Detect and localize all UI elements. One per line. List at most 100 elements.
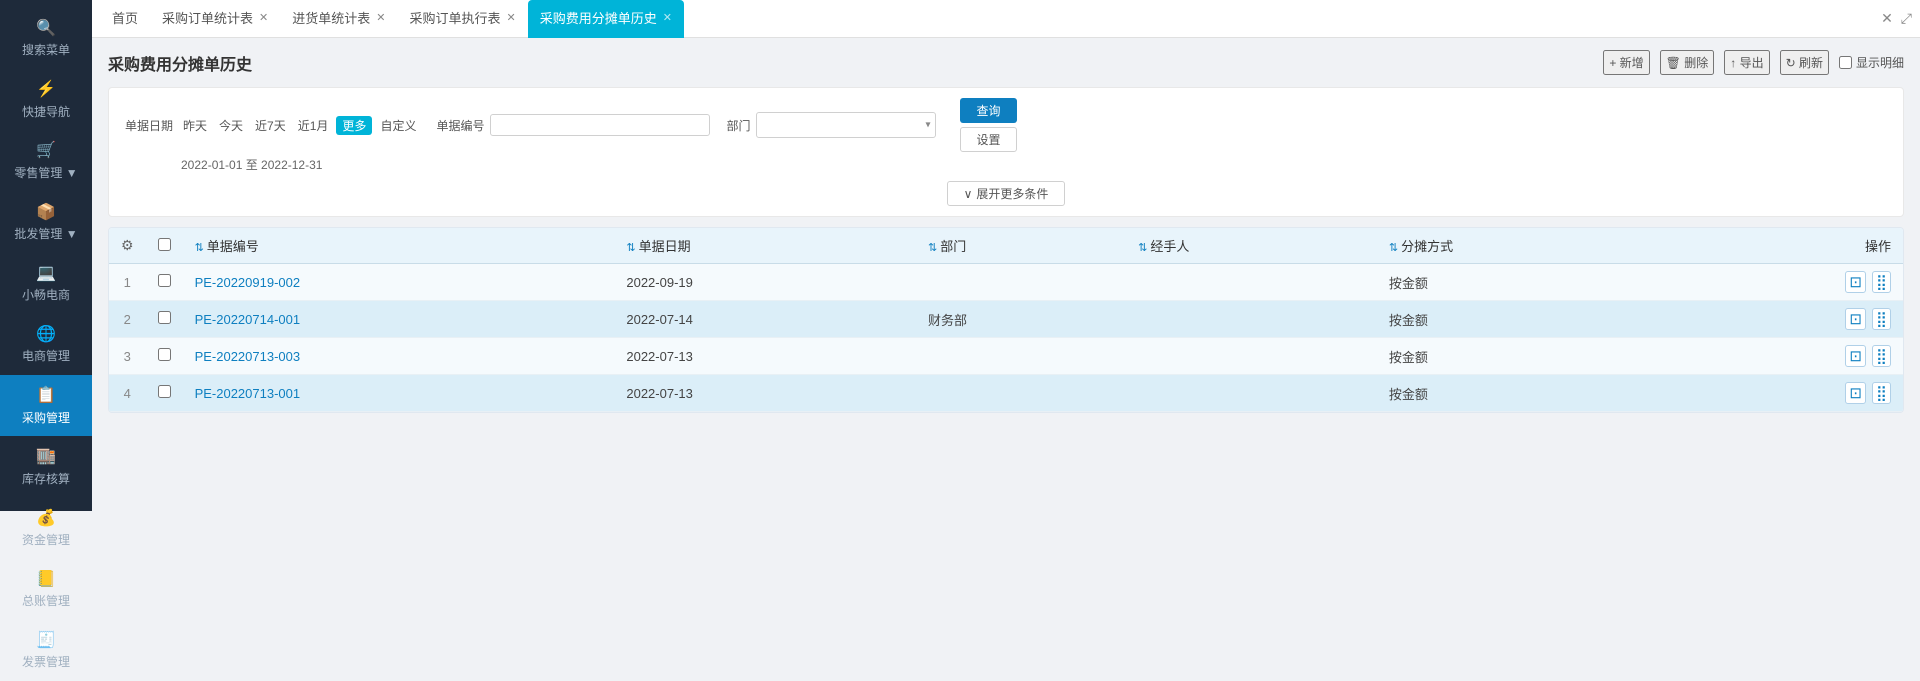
- action-col-header: 操作: [1671, 228, 1903, 264]
- tab-close-purchase-order-stats[interactable]: ✕: [259, 11, 268, 24]
- sidebar-item-mini-ecom[interactable]: 💻小畅电商: [0, 253, 92, 314]
- tab-purchase-cost-split[interactable]: 采购费用分摊单历史 ✕: [528, 0, 684, 38]
- table-gear-icon[interactable]: ⚙: [121, 237, 134, 253]
- row-doc-date: 2022-07-13: [614, 375, 916, 412]
- dept-col-header[interactable]: ⇅部门: [916, 228, 1126, 264]
- tab-home[interactable]: 首页: [100, 0, 150, 38]
- settings-button[interactable]: 设置: [960, 127, 1016, 152]
- row-actions: ⊡ ⣿: [1671, 375, 1903, 412]
- action-icons: ⊡ ⣿: [1683, 345, 1891, 367]
- date-opt-yesterday[interactable]: 昨天: [179, 116, 211, 135]
- doc-date-col-header[interactable]: ⇅单据日期: [614, 228, 916, 264]
- doc-no-link[interactable]: PE-20220919-002: [195, 275, 301, 290]
- page-title: 采购费用分摊单历史: [108, 51, 252, 75]
- expand-more-button[interactable]: ∨ 展开更多条件: [947, 181, 1066, 206]
- row-doc-no: PE-20220919-002: [183, 264, 615, 301]
- row-num: 2: [109, 301, 146, 338]
- row-checkbox[interactable]: [158, 348, 171, 361]
- tab-goods-in-stats[interactable]: 进货单统计表✕: [280, 0, 397, 38]
- sort-icon-doc-no: ⇅: [195, 242, 204, 254]
- doc-no-link[interactable]: PE-20220713-001: [195, 386, 301, 401]
- row-actions: ⊡ ⣿: [1671, 301, 1903, 338]
- sidebar-item-inventory[interactable]: 🏬库存核算: [0, 436, 92, 497]
- row-checkbox-cell[interactable]: [146, 264, 183, 301]
- doc-no-link[interactable]: PE-20220714-001: [195, 312, 301, 327]
- row-split-method: 按金额: [1377, 375, 1671, 412]
- tab-purchase-order-exec[interactable]: 采购订单执行表 ✕: [397, 0, 527, 38]
- table-row: 4 PE-20220713-001 2022-07-13 按金额 ⊡ ⣿: [109, 375, 1903, 412]
- tab-purchase-order-stats[interactable]: 采购订单统计表 ✕: [150, 0, 280, 38]
- row-checkbox[interactable]: [158, 311, 171, 324]
- sidebar-item-purchase[interactable]: 📋采购管理: [0, 375, 92, 436]
- export-button[interactable]: ↑ 导出: [1724, 50, 1769, 75]
- query-button[interactable]: 查询: [960, 98, 1016, 123]
- table-row: 3 PE-20220713-003 2022-07-13 按金额 ⊡ ⣿: [109, 338, 1903, 375]
- view-action-icon[interactable]: ⊡: [1845, 308, 1866, 330]
- tab-label-purchase-order-stats: 采购订单统计表: [162, 8, 253, 27]
- filter-row: 单据日期 昨天 今天 近7天 近1月 更多 自定义 单据编号: [125, 98, 1887, 152]
- delete-button[interactable]: 🗑 删除: [1660, 50, 1715, 75]
- row-checkbox-cell[interactable]: [146, 301, 183, 338]
- tab-close-purchase-order-exec[interactable]: ✕: [507, 11, 516, 24]
- select-all-checkbox[interactable]: [158, 238, 171, 251]
- sidebar-item-ledger[interactable]: 📒总账管理: [0, 559, 92, 620]
- handler-col-header[interactable]: ⇅经手人: [1126, 228, 1377, 264]
- sidebar-icon-inventory: 🏬: [4, 446, 88, 468]
- doc-no-input[interactable]: [490, 114, 710, 136]
- date-opt-today[interactable]: 今天: [215, 116, 247, 135]
- dept-filter-group: 部门 财务部: [726, 112, 936, 138]
- date-opt-custom[interactable]: 自定义: [376, 116, 420, 135]
- filter-area: 单据日期 昨天 今天 近7天 近1月 更多 自定义 单据编号: [108, 87, 1904, 217]
- more-action-icon[interactable]: ⣿: [1872, 271, 1891, 293]
- tab-label-purchase-cost-split: 采购费用分摊单历史: [540, 8, 657, 27]
- expand-label: 展开更多条件: [976, 185, 1048, 202]
- row-checkbox-cell[interactable]: [146, 338, 183, 375]
- sidebar-item-ecom[interactable]: 🌐电商管理: [0, 314, 92, 375]
- maximize-window-icon[interactable]: ⤢: [1901, 10, 1912, 27]
- sidebar-item-retail[interactable]: 🛒零售管理 ▼: [0, 130, 92, 191]
- row-handler: [1126, 375, 1377, 412]
- date-opt-more[interactable]: 更多: [336, 116, 372, 135]
- table-container: ⚙ ⇅单据编号 ⇅单据日期 ⇅部门: [108, 227, 1904, 413]
- tab-label-purchase-order-exec: 采购订单执行表: [409, 8, 500, 27]
- show-col-checkbox[interactable]: [1839, 56, 1852, 69]
- more-action-icon[interactable]: ⣿: [1872, 345, 1891, 367]
- date-range-display: 2022-01-01 至 2022-12-31: [181, 158, 322, 172]
- date-opt-7days[interactable]: 近7天: [251, 116, 290, 135]
- gear-col-header[interactable]: ⚙: [109, 228, 146, 264]
- tab-close-goods-in-stats[interactable]: ✕: [376, 11, 385, 24]
- dept-select[interactable]: 财务部: [756, 112, 936, 138]
- view-action-icon[interactable]: ⊡: [1845, 382, 1866, 404]
- row-checkbox[interactable]: [158, 274, 171, 287]
- row-doc-no: PE-20220714-001: [183, 301, 615, 338]
- view-action-icon[interactable]: ⊡: [1845, 345, 1866, 367]
- dept-label: 部门: [726, 117, 750, 134]
- sidebar-item-quick-nav[interactable]: ⚡快捷导航: [0, 69, 92, 130]
- row-split-method: 按金额: [1377, 301, 1671, 338]
- doc-no-col-header[interactable]: ⇅单据编号: [183, 228, 615, 264]
- row-checkbox-cell[interactable]: [146, 375, 183, 412]
- doc-no-link[interactable]: PE-20220713-003: [195, 349, 301, 364]
- sidebar-item-invoice[interactable]: 🧾发票管理: [0, 620, 92, 681]
- action-icons: ⊡ ⣿: [1683, 271, 1891, 293]
- refresh-button[interactable]: ↻ 刷新: [1780, 50, 1829, 75]
- close-window-icon[interactable]: ✕: [1881, 10, 1893, 27]
- view-action-icon[interactable]: ⊡: [1845, 271, 1866, 293]
- sidebar-item-finance[interactable]: 💰资金管理: [0, 498, 92, 559]
- more-action-icon[interactable]: ⣿: [1872, 382, 1891, 404]
- add-button[interactable]: + 新增: [1603, 50, 1649, 75]
- row-checkbox[interactable]: [158, 385, 171, 398]
- sidebar-label-finance: 资金管理: [22, 533, 70, 547]
- show-col-label[interactable]: 显示明细: [1839, 54, 1904, 71]
- row-doc-no: PE-20220713-003: [183, 338, 615, 375]
- sidebar-icon-invoice: 🧾: [4, 630, 88, 652]
- date-opt-1month[interactable]: 近1月: [294, 116, 333, 135]
- sidebar-item-search[interactable]: 🔍搜索菜单: [0, 8, 92, 69]
- tab-close-purchase-cost-split[interactable]: ✕: [663, 11, 672, 24]
- sidebar-item-wholesale[interactable]: 📦批发管理 ▼: [0, 192, 92, 253]
- checkbox-col-header[interactable]: [146, 228, 183, 264]
- more-action-icon[interactable]: ⣿: [1872, 308, 1891, 330]
- date-filter-label: 单据日期: [125, 117, 173, 134]
- tab-label-home: 首页: [112, 8, 138, 27]
- split-method-col-header[interactable]: ⇅分摊方式: [1377, 228, 1671, 264]
